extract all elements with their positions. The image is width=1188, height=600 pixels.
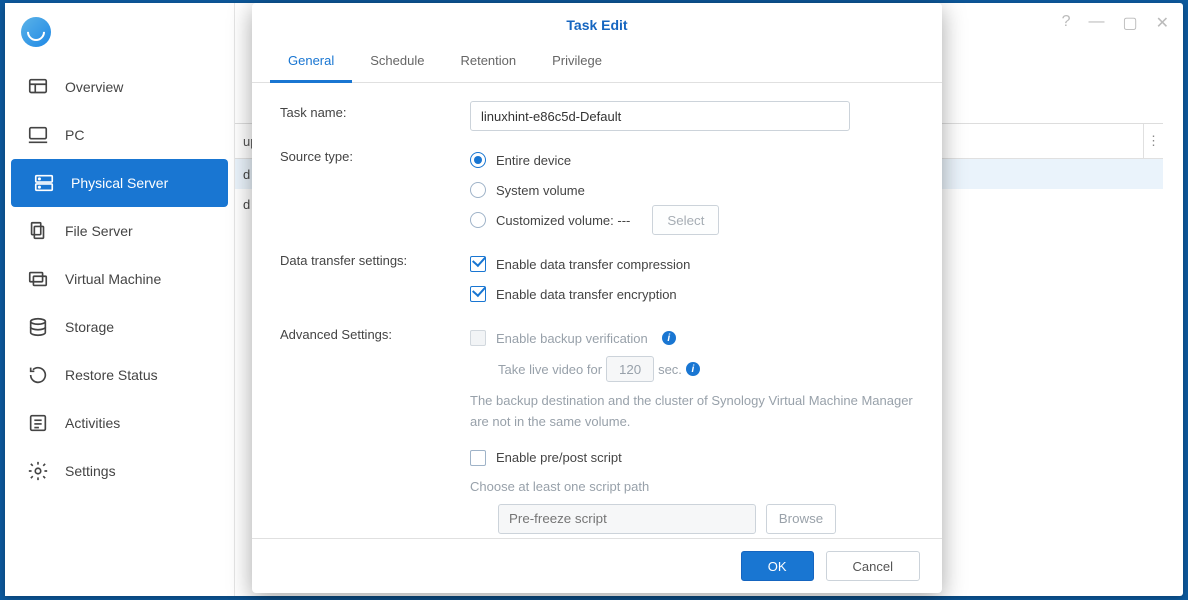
checkbox-icon [470,450,486,466]
radio-icon [470,152,486,168]
radio-label: Customized volume: --- [496,213,630,228]
checkbox-icon [470,286,486,302]
pre-script-input [498,504,756,534]
checkbox-verification: Enable backup verification i [470,323,914,353]
checkbox-script[interactable]: Enable pre/post script [470,443,914,473]
checkbox-icon [470,256,486,272]
tab-schedule[interactable]: Schedule [352,43,442,82]
checkbox-label: Enable data transfer encryption [496,287,677,302]
pre-script-row: Browse [498,504,914,534]
radio-system-volume[interactable]: System volume [470,175,914,205]
task-edit-modal: Task Edit General Schedule Retention Pri… [252,3,942,593]
browse-pre-button: Browse [766,504,836,534]
radio-label: Entire device [496,153,571,168]
live-video-pre: Take live video for [498,362,602,377]
radio-icon [470,182,486,198]
live-video-row: Take live video for sec. i [498,353,914,385]
info-icon[interactable]: i [662,331,676,345]
script-hint: Choose at least one script path [470,479,914,494]
live-video-input [606,356,654,382]
label-advanced: Advanced Settings: [280,323,470,342]
label-source-type: Source type: [280,145,470,164]
info-icon[interactable]: i [686,362,700,376]
modal-tabs: General Schedule Retention Privilege [252,43,942,83]
checkbox-encryption[interactable]: Enable data transfer encryption [470,279,914,309]
checkbox-compression[interactable]: Enable data transfer compression [470,249,914,279]
label-data-transfer: Data transfer settings: [280,249,470,268]
checkbox-icon [470,330,486,346]
checkbox-label: Enable data transfer compression [496,257,690,272]
modal-title: Task Edit [252,3,942,43]
select-volume-button: Select [652,205,719,235]
radio-entire-device[interactable]: Entire device [470,145,914,175]
radio-label: System volume [496,183,585,198]
ok-button[interactable]: OK [741,551,814,581]
tab-privilege[interactable]: Privilege [534,43,620,82]
tab-retention[interactable]: Retention [442,43,534,82]
checkbox-label: Enable backup verification [496,331,648,346]
task-name-input[interactable] [470,101,850,131]
live-video-post: sec. [658,362,682,377]
modal-body: Task name: Source type: Entire device Sy… [252,83,942,538]
radio-icon [470,212,486,228]
cancel-button[interactable]: Cancel [826,551,920,581]
tab-general[interactable]: General [270,43,352,83]
checkbox-label: Enable pre/post script [496,450,622,465]
radio-customized-volume[interactable]: Customized volume: --- Select [470,205,914,235]
label-task-name: Task name: [280,101,470,120]
modal-footer: OK Cancel [252,538,942,593]
vm-warning-text: The backup destination and the cluster o… [470,391,914,433]
